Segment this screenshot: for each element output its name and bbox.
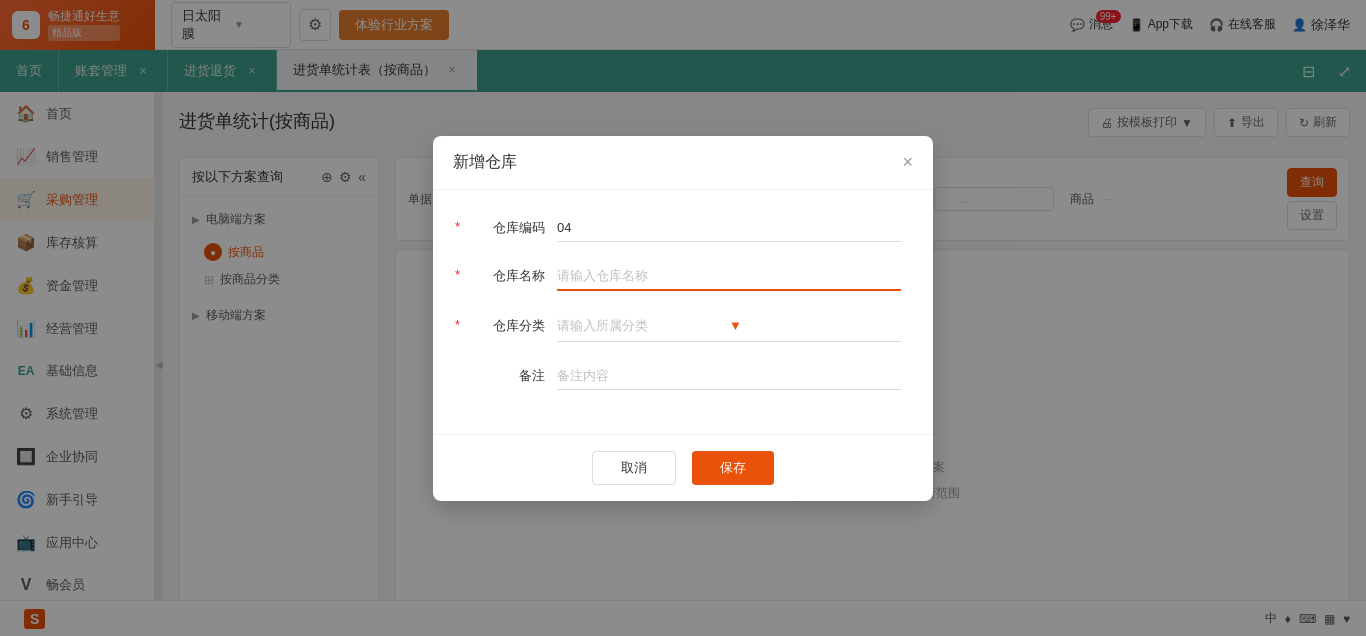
form-item-name: 仓库名称 <box>465 262 901 291</box>
name-input[interactable] <box>557 262 901 291</box>
form-item-remark: 备注 <box>465 362 901 390</box>
add-warehouse-dialog: 新增仓库 × 仓库编码 仓库名称 仓库分类 请输入所属分类 ▼ <box>433 136 933 501</box>
dialog-close-button[interactable]: × <box>902 152 913 173</box>
dialog-footer: 取消 保存 <box>433 434 933 501</box>
category-label: 仓库分类 <box>465 317 545 335</box>
category-placeholder: 请输入所属分类 <box>557 317 729 335</box>
cancel-button[interactable]: 取消 <box>592 451 676 485</box>
dialog-header: 新增仓库 × <box>433 136 933 190</box>
code-input[interactable] <box>557 214 901 242</box>
code-label: 仓库编码 <box>465 219 545 237</box>
dialog-title: 新增仓库 <box>453 152 517 173</box>
remark-input[interactable] <box>557 362 901 390</box>
remark-label: 备注 <box>465 367 545 385</box>
form-item-code: 仓库编码 <box>465 214 901 242</box>
modal-overlay: 新增仓库 × 仓库编码 仓库名称 仓库分类 请输入所属分类 ▼ <box>0 0 1366 636</box>
form-item-category: 仓库分类 请输入所属分类 ▼ <box>465 311 901 342</box>
dialog-body: 仓库编码 仓库名称 仓库分类 请输入所属分类 ▼ 备注 <box>433 190 933 434</box>
category-select[interactable]: 请输入所属分类 ▼ <box>557 311 901 342</box>
category-dropdown-arrow: ▼ <box>729 318 901 333</box>
save-button[interactable]: 保存 <box>692 451 774 485</box>
name-label: 仓库名称 <box>465 267 545 285</box>
